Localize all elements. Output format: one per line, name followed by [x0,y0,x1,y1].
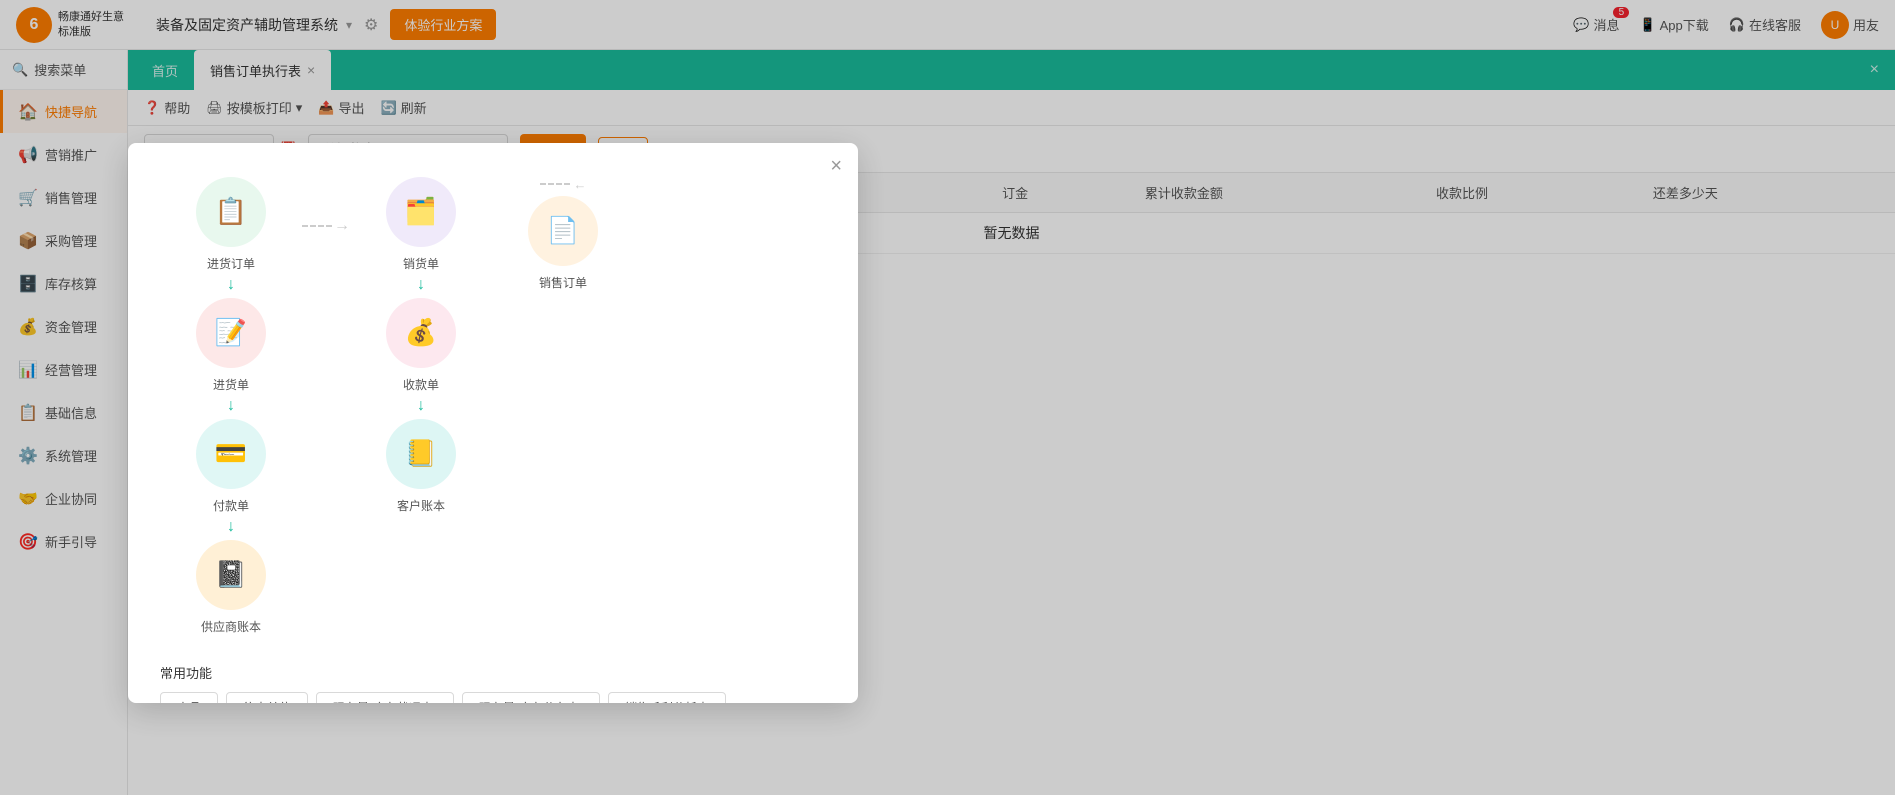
flow-node-sales-order[interactable]: 📄 销售订单 [528,196,598,291]
flow-diagram: 📋 进货订单 ↓ 📝 进货单 ↓ 💳 付款单 ↓ 📓 供应商账本 [160,167,826,655]
popup-close-btn[interactable]: × [830,155,842,178]
flow-node-purchase-order[interactable]: 📋 进货订单 [196,177,266,272]
func-btn-1[interactable]: 往来单位 [226,692,308,703]
popup-overlay: × 📋 进货订单 ↓ 📝 进货单 ↓ 💳 付款单 ↓ [0,0,1895,795]
func-buttons-row1: 商品 往来单位 现存量(库存状况表) 现存量(库存分布表) 销售毛利分析表 商品… [160,692,826,703]
flow-node-purchase-bill[interactable]: 📝 进货单 [196,298,266,393]
func-btn-2[interactable]: 现存量(库存状况表) [316,692,454,703]
sales-order-icon: 📄 [528,196,598,266]
flow-node-payment[interactable]: 💳 付款单 [196,419,266,514]
purchase-order-icon: 📋 [196,177,266,247]
arrow-down-1: ↓ [227,276,235,294]
func-btn-3[interactable]: 现存量(库存分布表) [462,692,600,703]
common-functions: 常用功能 商品 往来单位 现存量(库存状况表) 现存量(库存分布表) 销售毛利分… [160,663,826,703]
flow-col-left: 📋 进货订单 ↓ 📝 进货单 ↓ 💳 付款单 ↓ 📓 供应商账本 [180,177,282,635]
arrow-down-4: ↓ [417,276,425,294]
flow-col-right: 🗂️ 销货单 ↓ 💰 收款单 ↓ 📒 客户账本 [370,177,614,514]
payment-icon: 💳 [196,419,266,489]
arrow-down-2: ↓ [227,397,235,415]
supplier-ledger-icon: 📓 [196,540,266,610]
arrow-down-5: ↓ [417,397,425,415]
flow-node-customer-ledger[interactable]: 📒 客户账本 [386,419,456,514]
func-btn-0[interactable]: 商品 [160,692,218,703]
flow-col-right-main: 🗂️ 销货单 ↓ 💰 收款单 ↓ 📒 客户账本 [370,177,472,514]
func-btn-4[interactable]: 销售毛利分析表 [608,692,726,703]
common-functions-title: 常用功能 [160,663,826,682]
flow-arrow-center: → [302,205,350,235]
receipt-icon: 💰 [386,298,456,368]
purchase-bill-icon: 📝 [196,298,266,368]
flow-node-receipt[interactable]: 💰 收款单 [386,298,456,393]
arrow-down-3: ↓ [227,518,235,536]
popup: × 📋 进货订单 ↓ 📝 进货单 ↓ 💳 付款单 ↓ [128,143,858,703]
flow-node-sales-bill[interactable]: 🗂️ 销货单 [386,177,456,272]
sales-bill-icon: 🗂️ [386,177,456,247]
flow-node-supplier-ledger[interactable]: 📓 供应商账本 [196,540,266,635]
customer-ledger-icon: 📒 [386,419,456,489]
